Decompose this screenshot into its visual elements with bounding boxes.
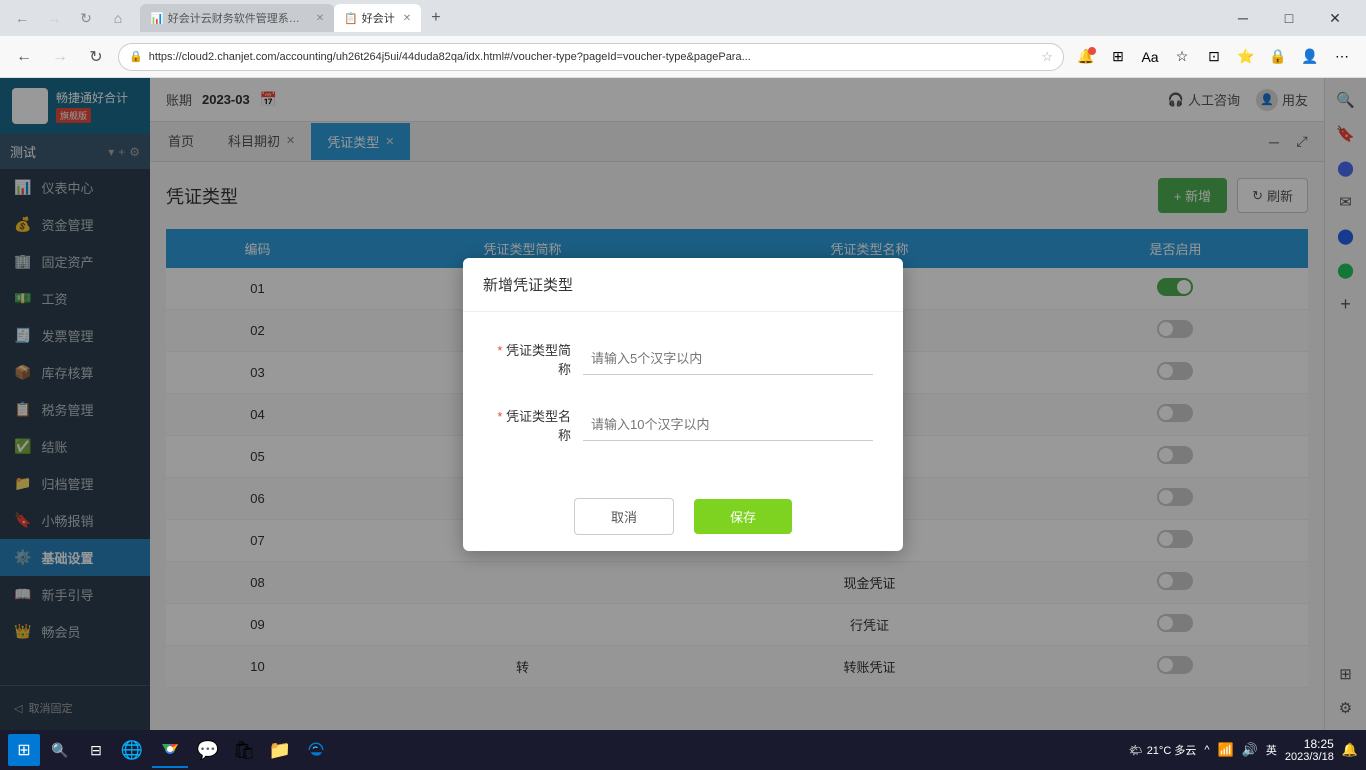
taskbar-search[interactable]: 🔍	[44, 734, 76, 766]
start-btn[interactable]: ⊞	[8, 734, 40, 766]
taskbar-files[interactable]: 📁	[264, 734, 296, 766]
nav-refresh[interactable]: ↻	[72, 4, 100, 32]
extensions-area: 🔔 ⊞ Aa ☆ ⊡ ⭐ 🔒 👤 ⋯	[1072, 43, 1356, 71]
tab1-title: 好会计云财务软件管理系统_会计	[168, 10, 308, 26]
modal: 新增凭证类型 * 凭证类型简称 * 凭证类型名称 取消 保存	[463, 258, 903, 551]
url-text: https://cloud2.chanjet.com/accounting/uh…	[149, 51, 1036, 63]
ext-icon-2[interactable]: ⊞	[1104, 43, 1132, 71]
url-bar[interactable]: 🔒 https://cloud2.chanjet.com/accounting/…	[118, 43, 1064, 71]
tab1-close[interactable]: ✕	[316, 13, 324, 24]
taskbar-time-date: 18:25 2023/3/18	[1285, 737, 1334, 763]
address-bar: ← → ↻ 🔒 https://cloud2.chanjet.com/accou…	[0, 36, 1366, 78]
tab2-icon: 📋	[344, 12, 358, 25]
tab1-icon: 📊	[150, 12, 164, 25]
taskbar-weather: 🌤 21°C 多云	[1129, 742, 1197, 758]
taskbar-wifi-icon[interactable]: 📶	[1218, 742, 1234, 758]
ext-icon-5[interactable]: ⊡	[1200, 43, 1228, 71]
abbr-label: * 凭证类型简称	[493, 340, 583, 378]
taskbar-store[interactable]: 🛍	[228, 734, 260, 766]
modal-overlay: 新增凭证类型 * 凭证类型简称 * 凭证类型名称 取消 保存	[0, 78, 1366, 730]
taskbar-right: 🌤 21°C 多云 ^ 📶 🔊 英 18:25 2023/3/18 🔔	[1129, 737, 1358, 763]
ext-icon-3[interactable]: Aa	[1136, 43, 1164, 71]
modal-body: * 凭证类型简称 * 凭证类型名称	[463, 312, 903, 482]
modal-title: 新增凭证类型	[483, 277, 573, 294]
browser-controls: ← → ↻ ⌂	[8, 4, 132, 32]
ext-icon-1[interactable]: 🔔	[1072, 43, 1100, 71]
browser-tab-1[interactable]: 📊 好会计云财务软件管理系统_会计 ✕	[140, 4, 334, 32]
taskbar-chrome[interactable]	[152, 732, 188, 768]
modal-header: 新增凭证类型	[463, 258, 903, 312]
nav-forward-addr[interactable]: →	[46, 43, 74, 71]
taskbar-edge[interactable]: 🌐	[116, 734, 148, 766]
weather-icon: 🌤	[1129, 744, 1143, 757]
taskbar-edge2[interactable]	[300, 734, 332, 766]
taskbar-up-arrow[interactable]: ^	[1204, 744, 1209, 756]
tab2-title: 好会计	[362, 10, 395, 26]
taskbar-time: 18:25	[1285, 737, 1334, 751]
abbr-input[interactable]	[583, 343, 873, 375]
cancel-button[interactable]: 取消	[574, 498, 674, 535]
taskbar: ⊞ 🔍 ⊟ 🌐 💬 🛍 📁 🌤 21°C 多云 ^ 📶 🔊 英 18:25 20…	[0, 730, 1366, 770]
name-label: * 凭证类型名称	[493, 406, 583, 444]
win-maximize[interactable]: □	[1266, 0, 1312, 36]
save-button[interactable]: 保存	[694, 499, 792, 534]
new-tab-btn[interactable]: +	[421, 9, 450, 27]
ext-icon-7[interactable]: 🔒	[1264, 43, 1292, 71]
taskbar-multiwin[interactable]: ⊟	[80, 734, 112, 766]
tab2-close[interactable]: ✕	[403, 13, 411, 24]
lock-icon: 🔒	[129, 50, 143, 63]
ext-icon-4[interactable]: ☆	[1168, 43, 1196, 71]
taskbar-date: 2023/3/18	[1285, 751, 1334, 763]
modal-footer: 取消 保存	[463, 482, 903, 551]
nav-home[interactable]: ⌂	[104, 4, 132, 32]
name-input[interactable]	[583, 409, 873, 441]
form-row-name: * 凭证类型名称	[493, 406, 873, 444]
win-close[interactable]: ✕	[1312, 0, 1358, 36]
browser-chrome: ← → ↻ ⌂ 📊 好会计云财务软件管理系统_会计 ✕ 📋 好会计 ✕ + ─ …	[0, 0, 1366, 36]
taskbar-wechat[interactable]: 💬	[192, 734, 224, 766]
weather-text: 21°C 多云	[1147, 742, 1197, 758]
taskbar-lang[interactable]: 英	[1266, 742, 1277, 758]
nav-back[interactable]: ←	[8, 4, 36, 32]
taskbar-sound-icon[interactable]: 🔊	[1242, 742, 1258, 758]
ext-icon-6[interactable]: ⭐	[1232, 43, 1260, 71]
nav-refresh-addr[interactable]: ↻	[82, 43, 110, 71]
menu-icon[interactable]: ⋯	[1328, 43, 1356, 71]
profile-icon[interactable]: 👤	[1296, 43, 1324, 71]
abbr-required: *	[497, 343, 506, 358]
form-row-abbr: * 凭证类型简称	[493, 340, 873, 378]
nav-forward[interactable]: →	[40, 4, 68, 32]
fav-icon[interactable]: ☆	[1041, 49, 1053, 65]
win-minimize[interactable]: ─	[1220, 0, 1266, 36]
browser-tab-2[interactable]: 📋 好会计 ✕	[334, 4, 421, 32]
win-controls: ─ □ ✕	[1220, 0, 1358, 36]
taskbar-notif[interactable]: 🔔	[1342, 742, 1358, 758]
name-required: *	[497, 409, 506, 424]
nav-back-addr[interactable]: ←	[10, 43, 38, 71]
